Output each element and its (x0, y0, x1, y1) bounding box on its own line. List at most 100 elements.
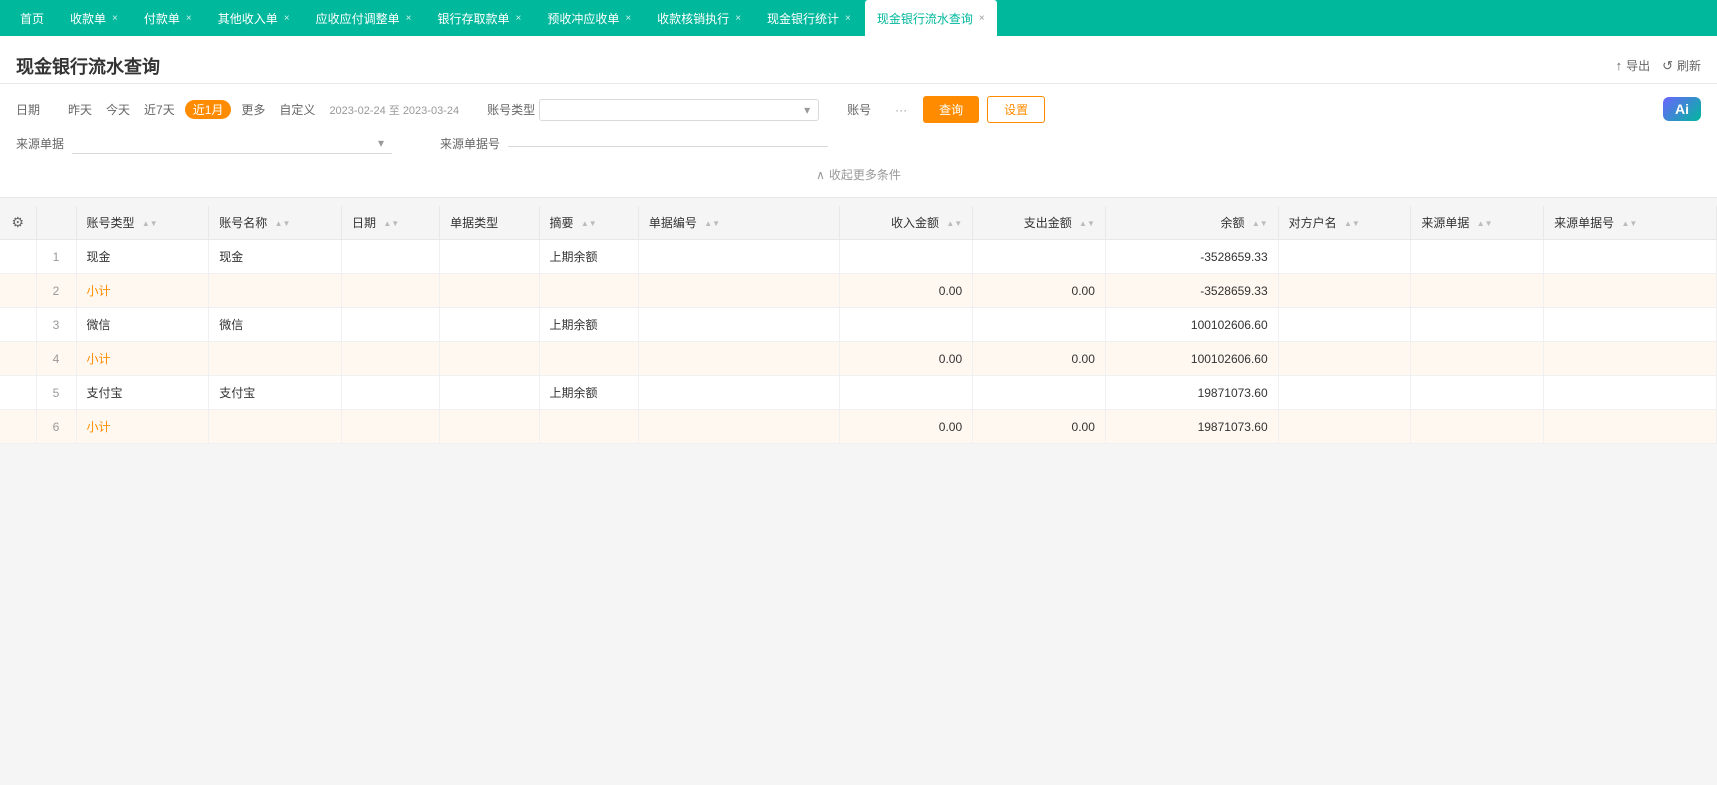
cell-summary (539, 342, 638, 376)
close-writeoff-icon[interactable]: × (735, 13, 741, 24)
close-other-income-icon[interactable]: × (284, 13, 290, 24)
export-button[interactable]: ↑ 导出 (1616, 57, 1651, 74)
date-btn-today[interactable]: 今天 (102, 100, 134, 119)
col-counterpart[interactable]: 对方户名 ▲▼ (1278, 206, 1411, 240)
date-btn-more[interactable]: 更多 (237, 100, 269, 119)
cell-source-doc-num (1544, 410, 1717, 444)
nav-cash-stats[interactable]: 现金银行统计 × (755, 0, 863, 36)
row-settings-cell (0, 308, 36, 342)
date-btn-1month[interactable]: 近1月 (185, 100, 232, 119)
row-settings-cell (0, 274, 36, 308)
row-number: 3 (36, 308, 76, 342)
query-button[interactable]: 查询 (923, 96, 979, 123)
account-type-filter: 账号类型 ▾ (487, 99, 819, 121)
account-type-select[interactable]: ▾ (539, 99, 819, 121)
cell-doc-type (440, 274, 539, 308)
nav-writeoff[interactable]: 收款核销执行 × (645, 0, 753, 36)
nav-prepay[interactable]: 预收冲应收单 × (535, 0, 643, 36)
source-doc-select[interactable]: ▾ (72, 133, 392, 154)
cell-doc-number (638, 240, 840, 274)
table-row: 1现金现金上期余额-3528659.33 (0, 240, 1717, 274)
nav-cash-flow[interactable]: 现金银行流水查询 × (865, 0, 997, 36)
date-btn-custom[interactable]: 自定义 (275, 100, 319, 119)
nav-payment[interactable]: 付款单 × (132, 0, 204, 36)
col-source-doc-num[interactable]: 来源单据号 ▲▼ (1544, 206, 1717, 240)
page-title: 现金银行流水查询 (16, 53, 160, 79)
cell-balance: -3528659.33 (1105, 274, 1278, 308)
gear-icon[interactable]: ⚙ (11, 214, 24, 230)
ai-badge[interactable]: Ai (1663, 97, 1701, 121)
date-range: 2023-02-24 至 2023-03-24 (329, 102, 459, 118)
col-account-type[interactable]: 账号类型 ▲▼ (76, 206, 209, 240)
date-btn-yesterday[interactable]: 昨天 (64, 100, 96, 119)
col-source-doc[interactable]: 来源单据 ▲▼ (1411, 206, 1544, 240)
col-doc-number[interactable]: 单据编号 ▲▼ (638, 206, 840, 240)
col-account-name[interactable]: 账号名称 ▲▼ (209, 206, 342, 240)
cell-summary: 上期余额 (539, 240, 638, 274)
date-shortcuts: 昨天 今天 近7天 近1月 更多 自定义 2023-02-24 至 2023-0… (64, 100, 459, 119)
nav-receipt[interactable]: 收款单 × (58, 0, 130, 36)
sort-arrows-counterpart: ▲▼ (1344, 220, 1360, 228)
table-row: 3微信微信上期余额100102606.60 (0, 308, 1717, 342)
nav-other-income[interactable]: 其他收入单 × (206, 0, 302, 36)
close-cash-flow-icon[interactable]: × (979, 13, 985, 24)
cell-income (840, 308, 973, 342)
table-row: 6小计0.000.0019871073.60 (0, 410, 1717, 444)
nav-home[interactable]: 首页 (8, 0, 56, 36)
cell-account-name: 现金 (209, 240, 342, 274)
chevron-down-icon: ▾ (804, 103, 810, 117)
refresh-button[interactable]: ↺ 刷新 (1662, 57, 1701, 74)
cell-income: 0.00 (840, 342, 973, 376)
nav-adjustment[interactable]: 应收应付调整单 × (304, 0, 424, 36)
cell-income (840, 376, 973, 410)
cell-account-name: 微信 (209, 308, 342, 342)
cell-doc-number (638, 274, 840, 308)
close-payment-icon[interactable]: × (186, 13, 192, 24)
settings-button[interactable]: 设置 (987, 96, 1045, 123)
row-settings-cell (0, 342, 36, 376)
cell-doc-type (440, 410, 539, 444)
cell-counterpart (1278, 274, 1411, 308)
cell-doc-type (440, 308, 539, 342)
cell-doc-type (440, 240, 539, 274)
row-settings-cell (0, 410, 36, 444)
date-btn-7days[interactable]: 近7天 (140, 100, 179, 119)
collapse-label: 收起更多条件 (829, 166, 901, 183)
source-doc-num-input[interactable] (508, 140, 828, 147)
col-date[interactable]: 日期 ▲▼ (341, 206, 439, 240)
close-prepay-icon[interactable]: × (625, 13, 631, 24)
nav-bank-deposit[interactable]: 银行存取款单 × (425, 0, 533, 36)
cell-counterpart (1278, 342, 1411, 376)
cell-doc-number (638, 376, 840, 410)
source-doc-num-label: 来源单据号 (440, 135, 500, 152)
cell-income (840, 240, 973, 274)
cell-account-type: 小计 (76, 342, 209, 376)
close-bank-deposit-icon[interactable]: × (515, 13, 521, 24)
col-expense[interactable]: 支出金额 ▲▼ (973, 206, 1106, 240)
cell-account-type: 支付宝 (76, 376, 209, 410)
source-chevron-icon: ▾ (378, 136, 384, 150)
cell-counterpart (1278, 410, 1411, 444)
row-number: 2 (36, 274, 76, 308)
account-dots[interactable]: ··· (895, 103, 907, 117)
col-income[interactable]: 收入金额 ▲▼ (840, 206, 973, 240)
close-cash-stats-icon[interactable]: × (845, 13, 851, 24)
col-doc-type: 单据类型 (440, 206, 539, 240)
collapse-bar[interactable]: ∧ 收起更多条件 (16, 164, 1701, 185)
cell-counterpart (1278, 376, 1411, 410)
cell-account-name (209, 342, 342, 376)
col-balance[interactable]: 余额 ▲▼ (1105, 206, 1278, 240)
refresh-icon: ↺ (1662, 58, 1673, 74)
cell-account-name: 支付宝 (209, 376, 342, 410)
close-adjustment-icon[interactable]: × (406, 13, 412, 24)
close-receipt-icon[interactable]: × (112, 13, 118, 24)
cell-summary (539, 274, 638, 308)
cell-doc-type (440, 376, 539, 410)
sort-arrows-balance: ▲▼ (1252, 220, 1268, 228)
col-settings[interactable]: ⚙ (0, 206, 36, 240)
cell-counterpart (1278, 240, 1411, 274)
table-body: 1现金现金上期余额-3528659.332小计0.000.00-3528659.… (0, 240, 1717, 444)
collapse-up-icon: ∧ (816, 168, 825, 182)
col-summary[interactable]: 摘要 ▲▼ (539, 206, 638, 240)
cell-doc-number (638, 308, 840, 342)
